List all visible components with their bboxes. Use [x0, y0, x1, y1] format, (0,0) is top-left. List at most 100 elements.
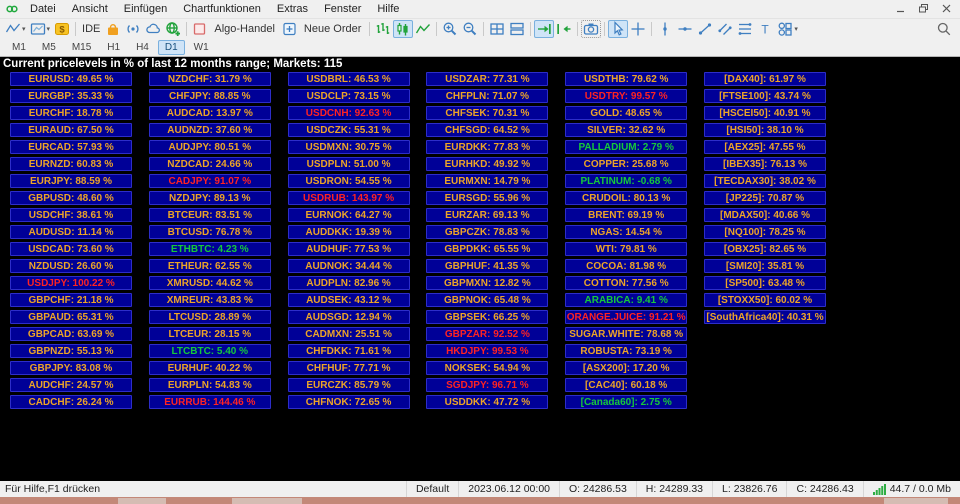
web-community-button[interactable] — [163, 20, 183, 38]
market-usddkk: USDDKK: 47.72 % — [426, 395, 549, 409]
market-crudoil: CRUDOIL: 80.13 % — [565, 191, 688, 205]
algo-trading-icon — [194, 23, 206, 35]
tile-windows-icon — [510, 22, 525, 36]
new-chart-button[interactable]: ▾ — [3, 20, 28, 38]
chart-header: Current pricelevels in % of last 12 mont… — [3, 58, 343, 70]
text-tool-button[interactable]: T — [755, 20, 775, 38]
market-gbpmxn: GBPMXN: 12.82 % — [426, 276, 549, 290]
ide-button[interactable]: IDE — [79, 23, 103, 35]
market-cocoa: COCOA: 81.98 % — [565, 259, 688, 273]
menu-extras[interactable]: Extras — [269, 3, 316, 15]
timeframe-m1[interactable]: M1 — [5, 40, 33, 55]
candlestick-chart-icon — [397, 23, 409, 36]
market-ibex35: [IBEX35]: 76.13 % — [704, 157, 826, 171]
timeframe-h4[interactable]: H4 — [129, 40, 156, 55]
timeframe-d1[interactable]: D1 — [157, 40, 185, 55]
camera-icon — [584, 23, 599, 35]
channel-button[interactable] — [715, 20, 735, 38]
market-brent: BRENT: 69.19 % — [565, 208, 688, 222]
profile-selector[interactable]: Default — [405, 481, 458, 497]
line-chart-mode-button[interactable] — [413, 20, 433, 38]
status-connection: 44.7 / 0.0 Mb — [862, 481, 960, 497]
market-usdthb: USDTHB: 79.62 % — [565, 72, 688, 86]
market-jp225: [JP225]: 70.87 % — [704, 191, 826, 205]
candlestick-chart-button[interactable] — [393, 20, 414, 38]
toolbar-separator — [436, 22, 438, 36]
auto-scroll-button[interactable] — [534, 20, 555, 38]
menu-einfgen[interactable]: Einfügen — [116, 3, 175, 15]
markets-column-5: USDTHB: 79.62 % USDTRY: 99.57 % GOLD: 48.6… — [565, 72, 688, 412]
zoom-out-button[interactable] — [460, 20, 480, 38]
market-audsek: AUDSEK: 43.12 % — [287, 293, 410, 307]
svg-text:$: $ — [59, 25, 65, 36]
menu-ansicht[interactable]: Ansicht — [64, 3, 116, 15]
market-gbpjpy: GBPJPY: 83.08 % — [10, 361, 132, 375]
market-watch-button[interactable]: $ — [52, 20, 72, 38]
market-usdron: USDRON: 54.55 % — [287, 174, 410, 188]
grid-button[interactable] — [487, 20, 507, 38]
market-wti: WTI: 79.81 % — [565, 242, 688, 256]
bar-chart-button[interactable] — [373, 20, 393, 38]
tile-windows-button[interactable] — [507, 20, 527, 38]
market-robusta: ROBUSTA: 73.19 % — [565, 344, 688, 358]
market-usdczk: USDCZK: 55.31 % — [287, 123, 410, 137]
objects-button[interactable]: ▾ — [775, 20, 800, 38]
market-orangejuice: ORANGE.JUICE: 91.21 % — [565, 310, 688, 324]
algo-trading-label: Algo-Handel — [214, 23, 275, 35]
zoom-in-button[interactable] — [440, 20, 460, 38]
close-button[interactable] — [942, 0, 951, 18]
restore-button[interactable] — [919, 0, 928, 18]
chart-area[interactable]: Current pricelevels in % of last 12 mont… — [0, 57, 960, 481]
chart-profiles-button[interactable]: ▾ — [28, 20, 53, 38]
new-order-button[interactable]: Neue Order — [280, 20, 366, 38]
market-usdpln: USDPLN: 51.00 % — [287, 157, 410, 171]
minimize-button[interactable] — [896, 0, 905, 18]
market-smi20: [SMI20]: 35.81 % — [704, 259, 826, 273]
menu-chartfunktionen[interactable]: Chartfunktionen — [175, 3, 269, 15]
timeframe-m5[interactable]: M5 — [35, 40, 63, 55]
status-high: H: 24289.33 — [635, 481, 712, 497]
chart-shift-button[interactable] — [554, 20, 574, 38]
trendline-button[interactable] — [695, 20, 715, 38]
market-etheur: ETHEUR: 62.55 % — [148, 259, 271, 273]
menu-datei[interactable]: Datei — [22, 3, 64, 15]
timeframe-h1[interactable]: H1 — [100, 40, 127, 55]
menu-bar: Datei Ansicht Einfügen Chartfunktionen Extra… — [0, 0, 960, 19]
market-cac40: [CAC40]: 60.18 % — [565, 378, 688, 392]
chevron-down-icon: ▾ — [22, 26, 26, 33]
chart-profile-icon — [30, 23, 45, 35]
zoom-in-icon — [443, 22, 457, 36]
market-eurusd: EURUSD: 49.65 % — [10, 72, 132, 86]
market-auddkk: AUDDKK: 19.39 % — [287, 225, 410, 239]
market-store-button[interactable] — [103, 20, 123, 38]
signals-button[interactable] — [123, 20, 143, 38]
new-order-icon — [283, 22, 296, 36]
fibonacci-button[interactable] — [735, 20, 755, 38]
timeframe-w1[interactable]: W1 — [187, 40, 216, 55]
menu-hilfe[interactable]: Hilfe — [369, 3, 407, 15]
search-button[interactable] — [934, 20, 954, 38]
algo-trading-button[interactable]: Algo-Handel — [190, 20, 280, 38]
chart-shift-icon — [557, 24, 571, 34]
toolbar: ▾ ▾ $ IDE Algo-Handel Neue Order T ▾ — [0, 19, 960, 39]
market-eursgd: EURSGD: 55.96 % — [426, 191, 549, 205]
market-nzdusd: NZDUSD: 26.60 % — [10, 259, 132, 273]
market-eurczk: EURCZK: 85.79 % — [287, 378, 410, 392]
cloud-button[interactable] — [143, 20, 163, 38]
market-audnok: AUDNOK: 34.44 % — [287, 259, 410, 273]
status-low: L: 23826.76 — [712, 481, 786, 497]
new-order-label: Neue Order — [303, 23, 362, 35]
cursor-button[interactable] — [608, 20, 629, 38]
screenshot-button[interactable] — [581, 20, 602, 38]
market-cadmxn: CADMXN: 25.51 % — [287, 327, 410, 341]
taskbar-strip — [0, 497, 960, 504]
horizontal-line-button[interactable] — [675, 20, 695, 38]
horizontal-line-icon — [678, 27, 692, 31]
menu-fenster[interactable]: Fenster — [316, 3, 369, 15]
vertical-line-button[interactable] — [655, 20, 675, 38]
crosshair-button[interactable] — [628, 20, 648, 38]
market-gbpusd: GBPUSD: 48.60 % — [10, 191, 132, 205]
market-audsgd: AUDSGD: 12.94 % — [287, 310, 410, 324]
timeframe-m15[interactable]: M15 — [65, 40, 98, 55]
menu-items: Datei Ansicht Einfügen Chartfunktionen Extra… — [22, 3, 407, 15]
